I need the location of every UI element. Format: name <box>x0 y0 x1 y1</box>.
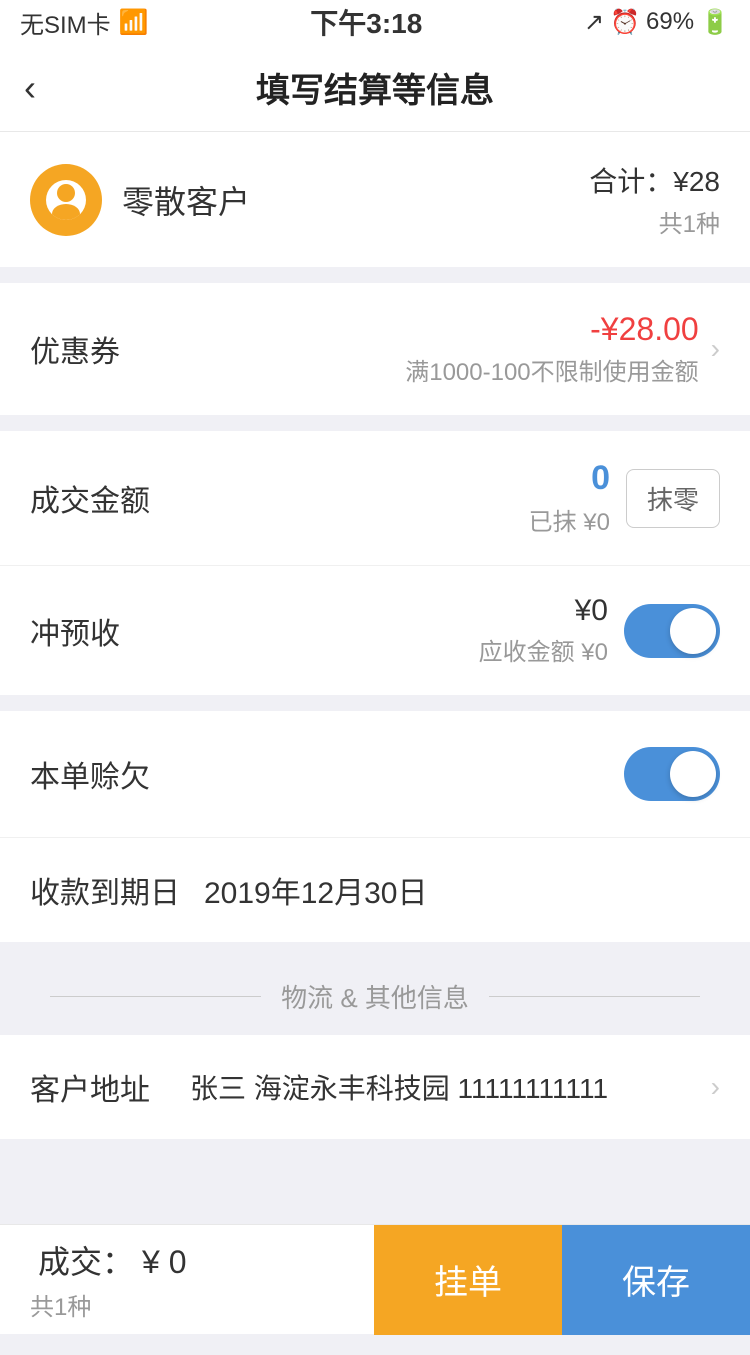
alarm-icon: ⏰ <box>610 8 640 37</box>
prepayment-label: 冲预收 <box>30 609 120 653</box>
coupon-label: 优惠券 <box>30 327 120 371</box>
avatar-icon <box>46 180 86 220</box>
location-icon: ↗ <box>584 8 604 37</box>
due-date-label: 收款到期日 <box>30 868 180 912</box>
customer-name: 零散客户 <box>122 177 250 223</box>
battery-text: 69% <box>646 8 694 36</box>
wifi-icon: 📶 <box>119 8 149 37</box>
logistics-text: 物流 & 其他信息 <box>281 978 469 1015</box>
address-row[interactable]: 客户地址 张三 海淀永丰科技园 11111111111 › <box>0 1035 750 1139</box>
address-value: 张三 海淀永丰科技园 11111111111 <box>190 1067 701 1107</box>
due-date-row: 收款到期日 2019年12月30日 <box>0 837 750 942</box>
address-chevron-icon: › <box>711 1071 720 1103</box>
deal-amount-label: 成交金额 <box>30 476 150 520</box>
nav-bar: ‹ 填写结算等信息 <box>0 44 750 132</box>
deal-amount-value: 0 <box>529 459 610 498</box>
prepayment-sub: 应收金额 ¥0 <box>479 632 608 667</box>
battery-icon: 🔋 <box>700 8 730 37</box>
bottom-deal-row: 成交：¥ 0 <box>30 1237 374 1283</box>
coupon-amount: -¥28.00 <box>405 311 698 348</box>
avatar <box>30 164 102 236</box>
due-date-value: 2019年12月30日 <box>204 868 427 912</box>
customer-section: 零散客户 合计：¥28 共1种 <box>0 132 750 267</box>
prepayment-amount: ¥0 <box>479 594 608 628</box>
sim-text: 无SIM卡 <box>20 5 111 40</box>
deal-amount-row: 成交金额 0 已抹 ¥0 抹零 <box>0 431 750 566</box>
prepayment-row: 冲预收 ¥0 应收金额 ¥0 <box>0 566 750 695</box>
debt-label: 本单赊欠 <box>30 752 150 796</box>
status-left: 无SIM卡 📶 <box>20 5 149 40</box>
bottom-summary: 成交：¥ 0 共1种 <box>0 1237 374 1322</box>
logistics-divider: 物流 & 其他信息 <box>0 958 750 1035</box>
coupon-desc: 满1000-100不限制使用金额 <box>405 352 698 387</box>
deal-section: 成交金额 0 已抹 ¥0 抹零 冲预收 ¥0 应收金额 ¥0 <box>0 431 750 695</box>
status-right: ↗ ⏰ 69% 🔋 <box>584 8 730 37</box>
bottom-deal-label: 成交： <box>38 1244 134 1280</box>
page-title: 填写结算等信息 <box>256 63 494 112</box>
total-count: 共1种 <box>589 204 720 239</box>
bottom-bar: 成交：¥ 0 共1种 挂单 保存 <box>0 1224 750 1334</box>
bottom-count: 共1种 <box>30 1287 374 1322</box>
deal-amount-sub: 已抹 ¥0 <box>529 502 610 537</box>
customer-left: 零散客户 <box>30 164 250 236</box>
total-amount: 合计：¥28 <box>589 160 720 200</box>
save-button[interactable]: 保存 <box>562 1225 750 1335</box>
customer-total: 合计：¥28 共1种 <box>589 160 720 239</box>
prepayment-toggle[interactable] <box>624 604 720 658</box>
debt-row: 本单赊欠 <box>0 711 750 837</box>
status-time: 下午3:18 <box>310 2 422 42</box>
coupon-section[interactable]: 优惠券 -¥28.00 满1000-100不限制使用金额 › <box>0 283 750 415</box>
debt-toggle-knob <box>670 751 716 797</box>
status-bar: 无SIM卡 📶 下午3:18 ↗ ⏰ 69% 🔋 <box>0 0 750 44</box>
prepayment-toggle-knob <box>670 608 716 654</box>
prepayment-right: ¥0 应收金额 ¥0 <box>479 594 608 667</box>
address-label: 客户地址 <box>30 1065 190 1109</box>
bottom-deal-amount: ¥ 0 <box>142 1244 186 1280</box>
debt-toggle[interactable] <box>624 747 720 801</box>
coupon-chevron-icon: › <box>711 333 720 365</box>
round-off-button[interactable]: 抹零 <box>626 469 720 528</box>
back-button[interactable]: ‹ <box>24 67 36 109</box>
coupon-row[interactable]: 优惠券 -¥28.00 满1000-100不限制使用金额 › <box>0 283 750 415</box>
debt-section: 本单赊欠 收款到期日 2019年12月30日 <box>0 711 750 942</box>
hang-button[interactable]: 挂单 <box>374 1225 562 1335</box>
